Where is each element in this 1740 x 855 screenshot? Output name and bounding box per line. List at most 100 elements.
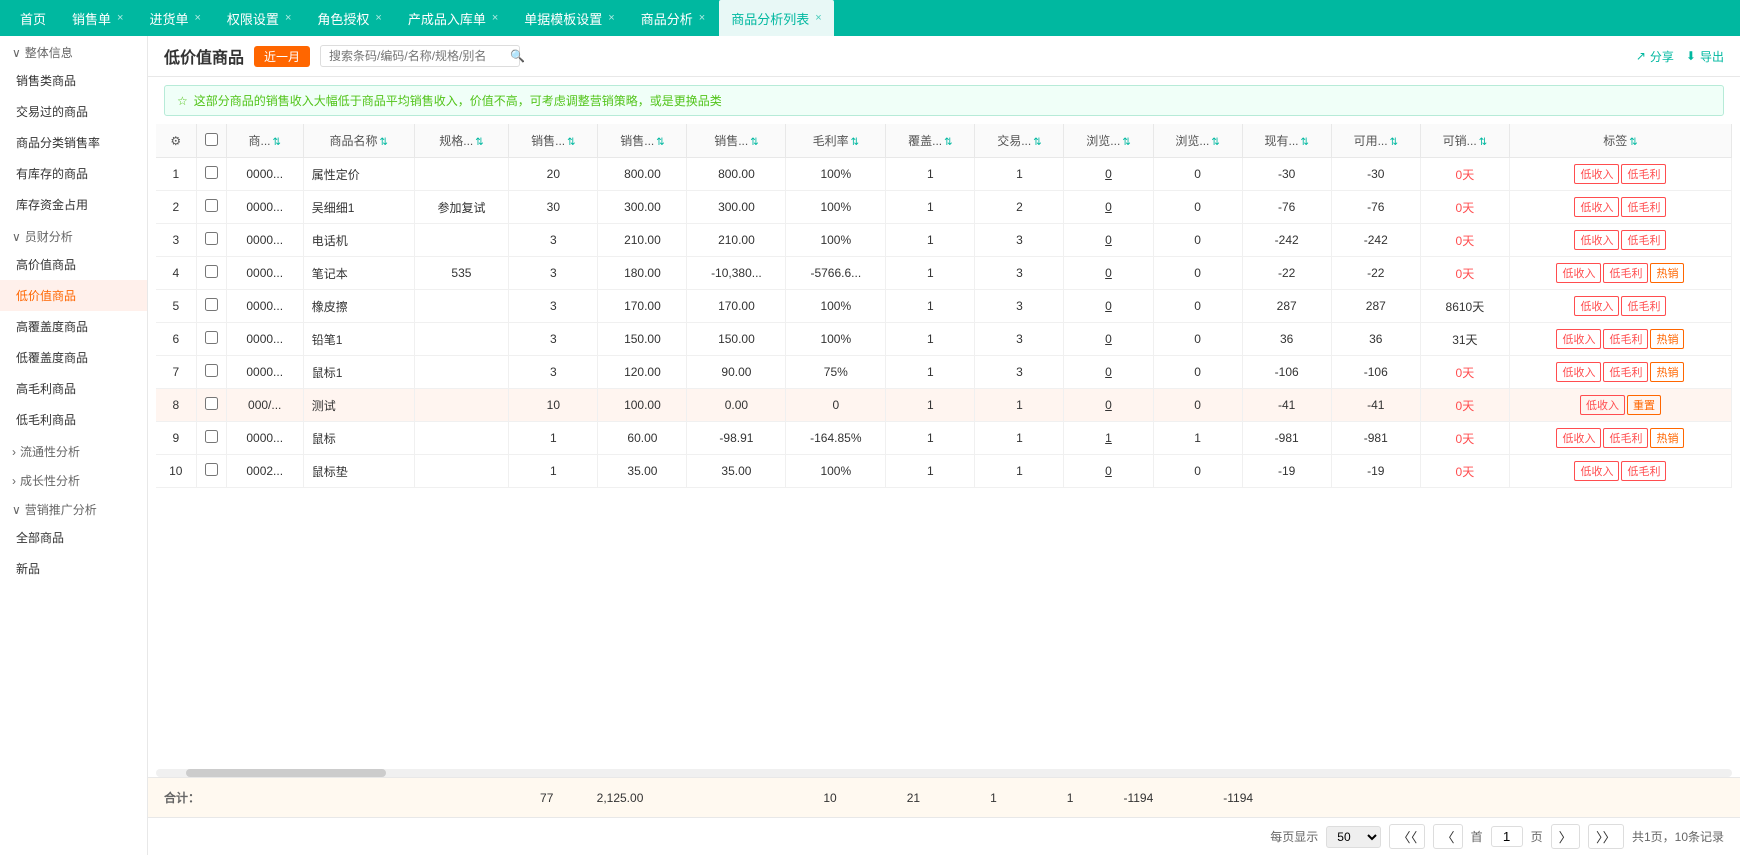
nav-product-analysis-list[interactable]: 商品分析列表 × [719,0,833,36]
close-icon[interactable]: × [194,12,200,24]
td-checkbox[interactable] [196,323,226,356]
row-checkbox[interactable] [205,265,218,278]
row-checkbox[interactable] [205,331,218,344]
td-checkbox[interactable] [196,158,226,191]
row-checkbox[interactable] [205,364,218,377]
collapse-icon[interactable]: ∨ [12,46,21,60]
collapse-icon-5[interactable]: ∨ [12,503,21,517]
td-browse1[interactable]: 0 [1064,389,1153,422]
browse-link[interactable]: 0 [1105,464,1112,478]
td-browse1[interactable]: 1 [1064,422,1153,455]
row-checkbox[interactable] [205,199,218,212]
sidebar-item-traded-products[interactable]: 交易过的商品 [0,96,147,127]
close-icon[interactable]: × [608,12,614,24]
td-browse1[interactable]: 0 [1064,224,1153,257]
browse-link[interactable]: 0 [1105,332,1112,346]
sidebar-item-all-products[interactable]: 全部商品 [0,522,147,553]
nav-purchase-order[interactable]: 进货单 × [137,0,212,36]
next-page-button[interactable]: 〉 [1551,824,1580,849]
sidebar-item-high-profit[interactable]: 高毛利商品 [0,373,147,404]
browse-link[interactable]: 0 [1105,233,1112,247]
close-icon[interactable]: × [117,12,123,24]
export-button[interactable]: ⬇ 导出 [1686,48,1724,65]
close-icon[interactable]: × [375,12,381,24]
th-s2[interactable]: 销售...⇅ [598,124,687,158]
td-checkbox[interactable] [196,389,226,422]
td-checkbox[interactable] [196,257,226,290]
td-checkbox[interactable] [196,224,226,257]
th-rate[interactable]: 毛利率⇅ [786,124,886,158]
row-checkbox[interactable] [205,232,218,245]
row-checkbox[interactable] [205,298,218,311]
browse-link[interactable]: 1 [1105,431,1112,445]
th-browse1[interactable]: 浏览...⇅ [1064,124,1153,158]
browse-link[interactable]: 0 [1105,167,1112,181]
collapse-icon-3[interactable]: › [12,445,16,459]
sidebar-item-category-rate[interactable]: 商品分类销售率 [0,127,147,158]
page-number-input[interactable] [1491,826,1523,847]
browse-link[interactable]: 0 [1105,299,1112,313]
first-page-button[interactable]: 〈〈 [1389,824,1425,849]
td-browse1[interactable]: 0 [1064,356,1153,389]
nav-product-in[interactable]: 产成品入库单 × [396,0,510,36]
last-page-button[interactable]: 〉〉 [1588,824,1624,849]
nav-template[interactable]: 单据模板设置 × [512,0,626,36]
search-input[interactable] [320,45,520,67]
sidebar-item-high-value[interactable]: 高价值商品 [0,249,147,280]
close-icon[interactable]: × [699,12,705,24]
th-cov[interactable]: 覆盖...⇅ [886,124,975,158]
th-avail[interactable]: 可用...⇅ [1331,124,1420,158]
td-browse1[interactable]: 0 [1064,191,1153,224]
sidebar-item-new-products[interactable]: 新品 [0,553,147,584]
close-icon[interactable]: × [285,12,291,24]
prev-page-button[interactable]: 〈 [1433,824,1462,849]
th-settings[interactable]: ⚙ [156,124,196,158]
nav-permission[interactable]: 权限设置 × [215,0,303,36]
sidebar-item-high-coverage[interactable]: 高覆盖度商品 [0,311,147,342]
browse-link[interactable]: 0 [1105,365,1112,379]
td-browse1[interactable]: 0 [1064,257,1153,290]
th-code[interactable]: 商...⇅ [226,124,303,158]
date-filter-button[interactable]: 近一月 [254,46,310,67]
td-browse1[interactable]: 0 [1064,455,1153,488]
th-s1[interactable]: 销售...⇅ [509,124,598,158]
share-button[interactable]: ↗ 分享 [1636,48,1674,65]
page-size-select[interactable]: 50 100 200 [1326,826,1381,848]
td-checkbox[interactable] [196,191,226,224]
td-checkbox[interactable] [196,290,226,323]
th-checkbox[interactable] [196,124,226,158]
td-browse1[interactable]: 0 [1064,323,1153,356]
th-trade[interactable]: 交易...⇅ [975,124,1064,158]
browse-link[interactable]: 0 [1105,398,1112,412]
th-name[interactable]: 商品名称⇅ [303,124,414,158]
th-tags[interactable]: 标签⇅ [1509,124,1731,158]
td-checkbox[interactable] [196,356,226,389]
collapse-icon-4[interactable]: › [12,474,16,488]
browse-link[interactable]: 0 [1105,266,1112,280]
td-browse1[interactable]: 0 [1064,290,1153,323]
sidebar-item-low-profit[interactable]: 低毛利商品 [0,404,147,435]
td-checkbox[interactable] [196,455,226,488]
browse-link[interactable]: 0 [1105,200,1112,214]
th-s3[interactable]: 销售...⇅ [687,124,786,158]
row-checkbox[interactable] [205,463,218,476]
row-checkbox[interactable] [205,430,218,443]
table-container[interactable]: ⚙ 商...⇅ 商品名称⇅ 规格...⇅ 销售...⇅ 销售...⇅ 销售...… [148,124,1740,769]
row-checkbox[interactable] [205,397,218,410]
th-spec[interactable]: 规格...⇅ [414,124,509,158]
th-stock[interactable]: 现有...⇅ [1242,124,1331,158]
td-checkbox[interactable] [196,422,226,455]
select-all-checkbox[interactable] [205,133,218,146]
nav-sales-order[interactable]: 销售单 × [60,0,135,36]
th-browse2[interactable]: 浏览...⇅ [1153,124,1242,158]
row-checkbox[interactable] [205,166,218,179]
td-browse1[interactable]: 0 [1064,158,1153,191]
sidebar-item-low-coverage[interactable]: 低覆盖度商品 [0,342,147,373]
collapse-icon-2[interactable]: ∨ [12,230,21,244]
sidebar-item-sales-products[interactable]: 销售类商品 [0,65,147,96]
horizontal-scrollbar[interactable] [156,769,1732,777]
nav-product-analysis[interactable]: 商品分析 × [629,0,717,36]
sidebar-item-low-value[interactable]: 低价值商品 [0,280,147,311]
scrollbar-thumb[interactable] [186,769,386,777]
nav-role-auth[interactable]: 角色授权 × [305,0,393,36]
